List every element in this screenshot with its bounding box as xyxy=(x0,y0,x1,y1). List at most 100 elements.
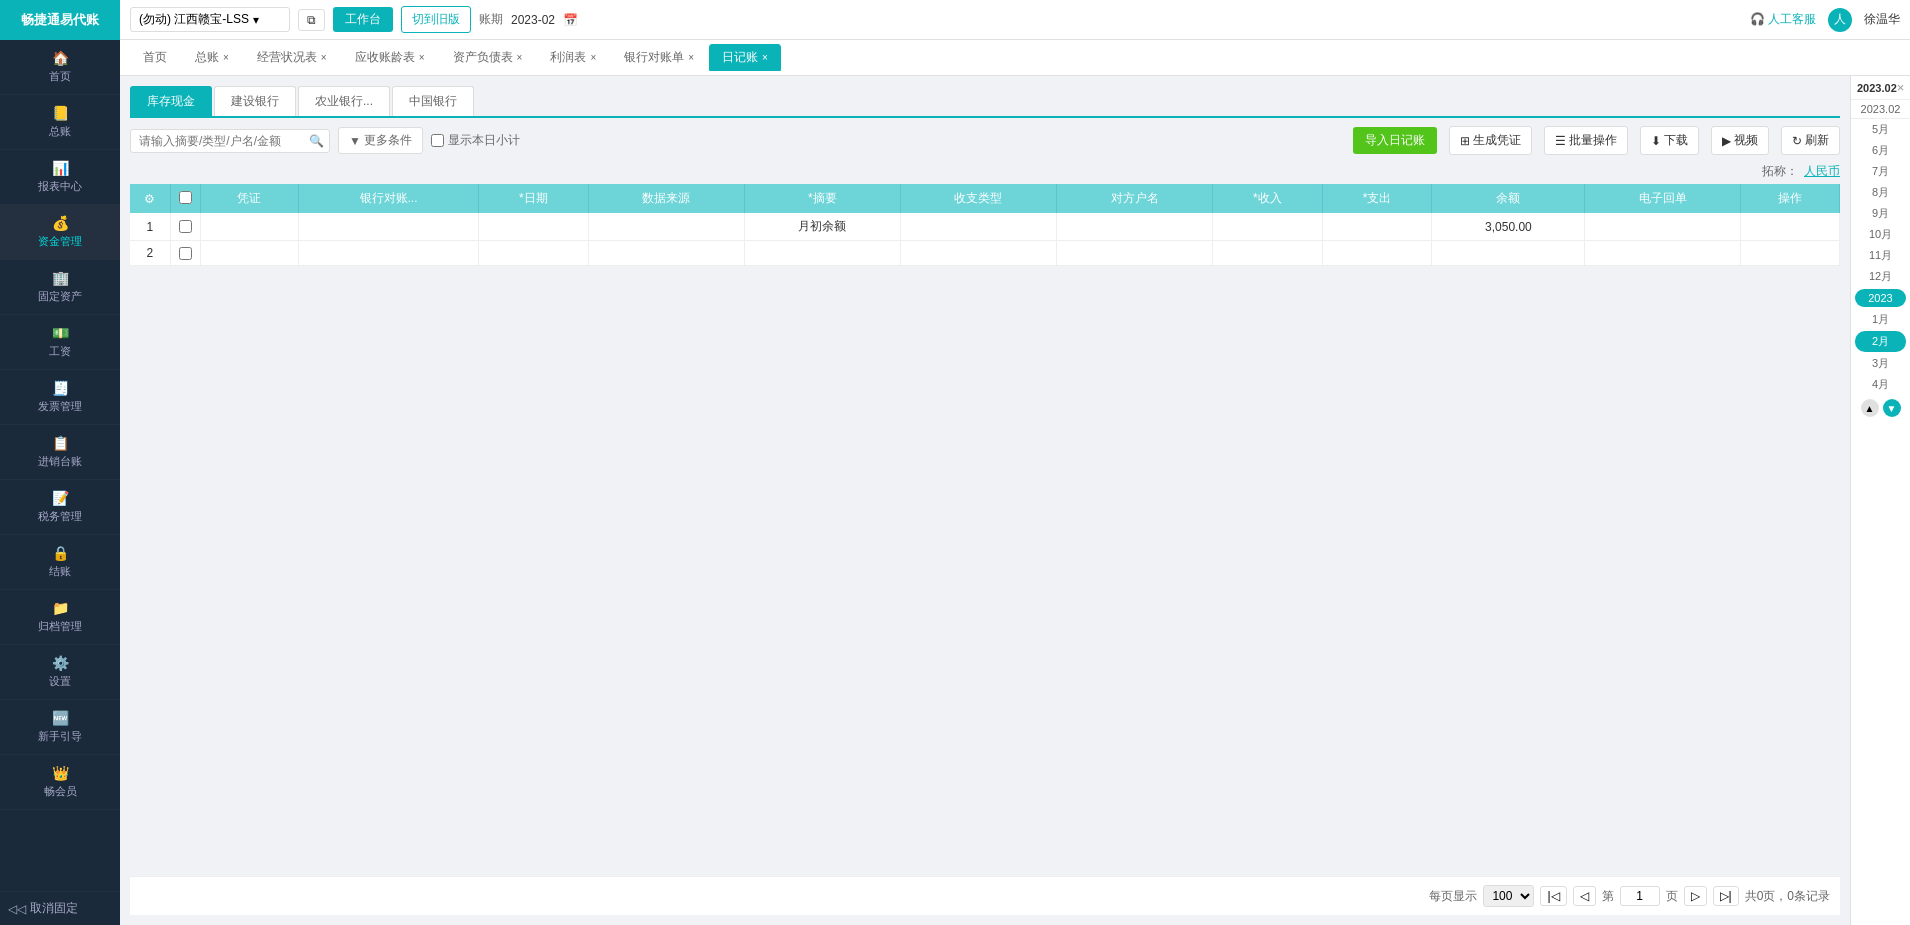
period-month-4[interactable]: 4月 xyxy=(1851,374,1910,395)
tab-gl-close[interactable]: × xyxy=(223,52,229,63)
copy-button[interactable]: ⧉ xyxy=(298,9,325,31)
period-month-11[interactable]: 11月 xyxy=(1851,245,1910,266)
capital-icon: 💰 xyxy=(52,215,69,231)
period-month-7[interactable]: 7月 xyxy=(1851,161,1910,182)
closing-icon: 🔒 xyxy=(52,545,69,561)
period-month-6[interactable]: 6月 xyxy=(1851,140,1910,161)
sidebar-item-sales-ledger[interactable]: 📋 进销台账 xyxy=(0,425,120,480)
period-month-8[interactable]: 8月 xyxy=(1851,182,1910,203)
row1-checkbox[interactable] xyxy=(179,220,192,233)
period-2023-02-top: 2023.02 xyxy=(1851,100,1910,119)
period-nav-up[interactable]: ▲ xyxy=(1861,399,1879,417)
bank-tab-construction[interactable]: 建设银行 xyxy=(214,86,296,116)
period-month-9[interactable]: 9月 xyxy=(1851,203,1910,224)
page-input[interactable] xyxy=(1620,886,1660,906)
period-nav-down[interactable]: ▼ xyxy=(1883,399,1901,417)
company-selector[interactable]: (勿动) 江西赣宝-LSS ▾ xyxy=(130,7,290,32)
sidebar-item-invoice[interactable]: 🧾 发票管理 xyxy=(0,370,120,425)
tab-receivables[interactable]: 应收账龄表 × xyxy=(342,44,438,71)
period-panel-close-btn[interactable]: × xyxy=(1897,80,1905,95)
bank-tab-china[interactable]: 中国银行 xyxy=(392,86,474,116)
sidebar-item-salary[interactable]: 💵 工资 xyxy=(0,315,120,370)
tab-general-ledger[interactable]: 总账 × xyxy=(182,44,242,71)
tab-recv-close[interactable]: × xyxy=(419,52,425,63)
search-input[interactable] xyxy=(130,129,330,153)
sidebar-item-closing[interactable]: 🔒 结账 xyxy=(0,535,120,590)
tab-profit[interactable]: 利润表 × xyxy=(537,44,609,71)
row2-expense xyxy=(1322,241,1432,266)
col-e-bill: 电子回单 xyxy=(1585,184,1741,213)
period-calendar-icon[interactable]: 📅 xyxy=(563,13,578,27)
period-value: 2023-02 xyxy=(511,13,555,27)
sidebar-item-member[interactable]: 👑 畅会员 xyxy=(0,755,120,810)
sidebar-item-tax[interactable]: 📝 税务管理 xyxy=(0,480,120,535)
tab-bank-label: 银行对账单 xyxy=(624,49,684,66)
download-button[interactable]: ⬇ 下载 xyxy=(1640,126,1699,155)
sidebar-item-settings[interactable]: ⚙️ 设置 xyxy=(0,645,120,700)
show-daily-total-checkbox[interactable] xyxy=(431,134,444,147)
bank-tab-cash[interactable]: 库存现金 xyxy=(130,86,212,116)
per-page-select[interactable]: 100 50 200 xyxy=(1483,885,1534,907)
tab-bank-statement[interactable]: 银行对账单 × xyxy=(611,44,707,71)
video-button[interactable]: ▶ 视频 xyxy=(1711,126,1769,155)
sidebar-label-tax: 税务管理 xyxy=(38,509,82,524)
currency-value[interactable]: 人民币 xyxy=(1804,163,1840,180)
period-month-12[interactable]: 12月 xyxy=(1851,266,1910,287)
row2-checkbox[interactable] xyxy=(179,247,192,260)
tab-journal-close[interactable]: × xyxy=(762,52,768,63)
col-settings[interactable]: ⚙ xyxy=(130,184,170,213)
col-counterpart: 对方户名 xyxy=(1056,184,1212,213)
tab-assets-liabilities[interactable]: 资产负债表 × xyxy=(440,44,536,71)
period-month-3[interactable]: 3月 xyxy=(1851,353,1910,374)
customer-service-link[interactable]: 🎧 人工客服 xyxy=(1750,11,1816,28)
period-nav: ▲ ▼ xyxy=(1851,395,1910,421)
tab-bs-close[interactable]: × xyxy=(321,52,327,63)
show-daily-total-label[interactable]: 显示本日小计 xyxy=(431,132,520,149)
batch-op-button[interactable]: ☰ 批量操作 xyxy=(1544,126,1628,155)
period-month-1[interactable]: 1月 xyxy=(1851,309,1910,330)
next-page-btn[interactable]: ▷ xyxy=(1684,886,1707,906)
prev-page-btn[interactable]: ◁ xyxy=(1573,886,1596,906)
period-month-10[interactable]: 10月 xyxy=(1851,224,1910,245)
sidebar-item-capital[interactable]: 💰 资金管理 xyxy=(0,205,120,260)
filter-button[interactable]: ▼ 更多条件 xyxy=(338,127,423,154)
old-version-button[interactable]: 切到旧版 xyxy=(401,6,471,33)
tab-bank-close[interactable]: × xyxy=(688,52,694,63)
col-data-source: 数据来源 xyxy=(588,184,744,213)
col-check[interactable] xyxy=(170,184,200,213)
check-all-checkbox[interactable] xyxy=(179,191,192,204)
period-month-5[interactable]: 5月 xyxy=(1851,119,1910,140)
bank-tab-agricultural[interactable]: 农业银行... xyxy=(298,86,390,116)
unpin-button[interactable]: ◁◁ 取消固定 xyxy=(0,891,120,925)
generate-voucher-button[interactable]: ⊞ 生成凭证 xyxy=(1449,126,1532,155)
topbar: (勿动) 江西赣宝-LSS ▾ ⧉ 工作台 切到旧版 账期 2023-02 📅 … xyxy=(120,0,1910,40)
archive-icon: 📁 xyxy=(52,600,69,616)
refresh-button[interactable]: ↻ 刷新 xyxy=(1781,126,1840,155)
row1-check[interactable] xyxy=(170,213,200,241)
currency-label: 拓称： xyxy=(1762,163,1798,180)
import-button[interactable]: 导入日记账 xyxy=(1353,127,1437,154)
tab-al-close[interactable]: × xyxy=(517,52,523,63)
first-page-btn[interactable]: |◁ xyxy=(1540,886,1566,906)
tab-journal[interactable]: 日记账 × xyxy=(709,44,781,71)
tab-business-status[interactable]: 经营状况表 × xyxy=(244,44,340,71)
filter-label: 更多条件 xyxy=(364,132,412,149)
period-month-2[interactable]: 2月 xyxy=(1855,331,1906,352)
tab-profit-close[interactable]: × xyxy=(590,52,596,63)
sidebar-item-archive[interactable]: 📁 归档管理 xyxy=(0,590,120,645)
sidebar-item-home[interactable]: 🏠 首页 xyxy=(0,40,120,95)
bank-tabs: 库存现金 建设银行 农业银行... 中国银行 xyxy=(130,86,1840,118)
last-page-btn[interactable]: ▷| xyxy=(1713,886,1739,906)
sidebar-item-reports[interactable]: 📊 报表中心 xyxy=(0,150,120,205)
batch-icon: ☰ xyxy=(1555,134,1566,148)
per-page-label: 每页显示 xyxy=(1429,888,1477,905)
workbench-button[interactable]: 工作台 xyxy=(333,7,393,32)
search-wrap: 🔍 xyxy=(130,129,330,153)
row2-check[interactable] xyxy=(170,241,200,266)
sidebar-item-guide[interactable]: 🆕 新手引导 xyxy=(0,700,120,755)
copy-icon: ⧉ xyxy=(307,13,316,27)
row1-bank-match xyxy=(298,213,478,241)
sidebar-item-general-ledger[interactable]: 📒 总账 xyxy=(0,95,120,150)
sidebar-item-fixed-assets[interactable]: 🏢 固定资产 xyxy=(0,260,120,315)
tab-home[interactable]: 首页 xyxy=(130,44,180,71)
